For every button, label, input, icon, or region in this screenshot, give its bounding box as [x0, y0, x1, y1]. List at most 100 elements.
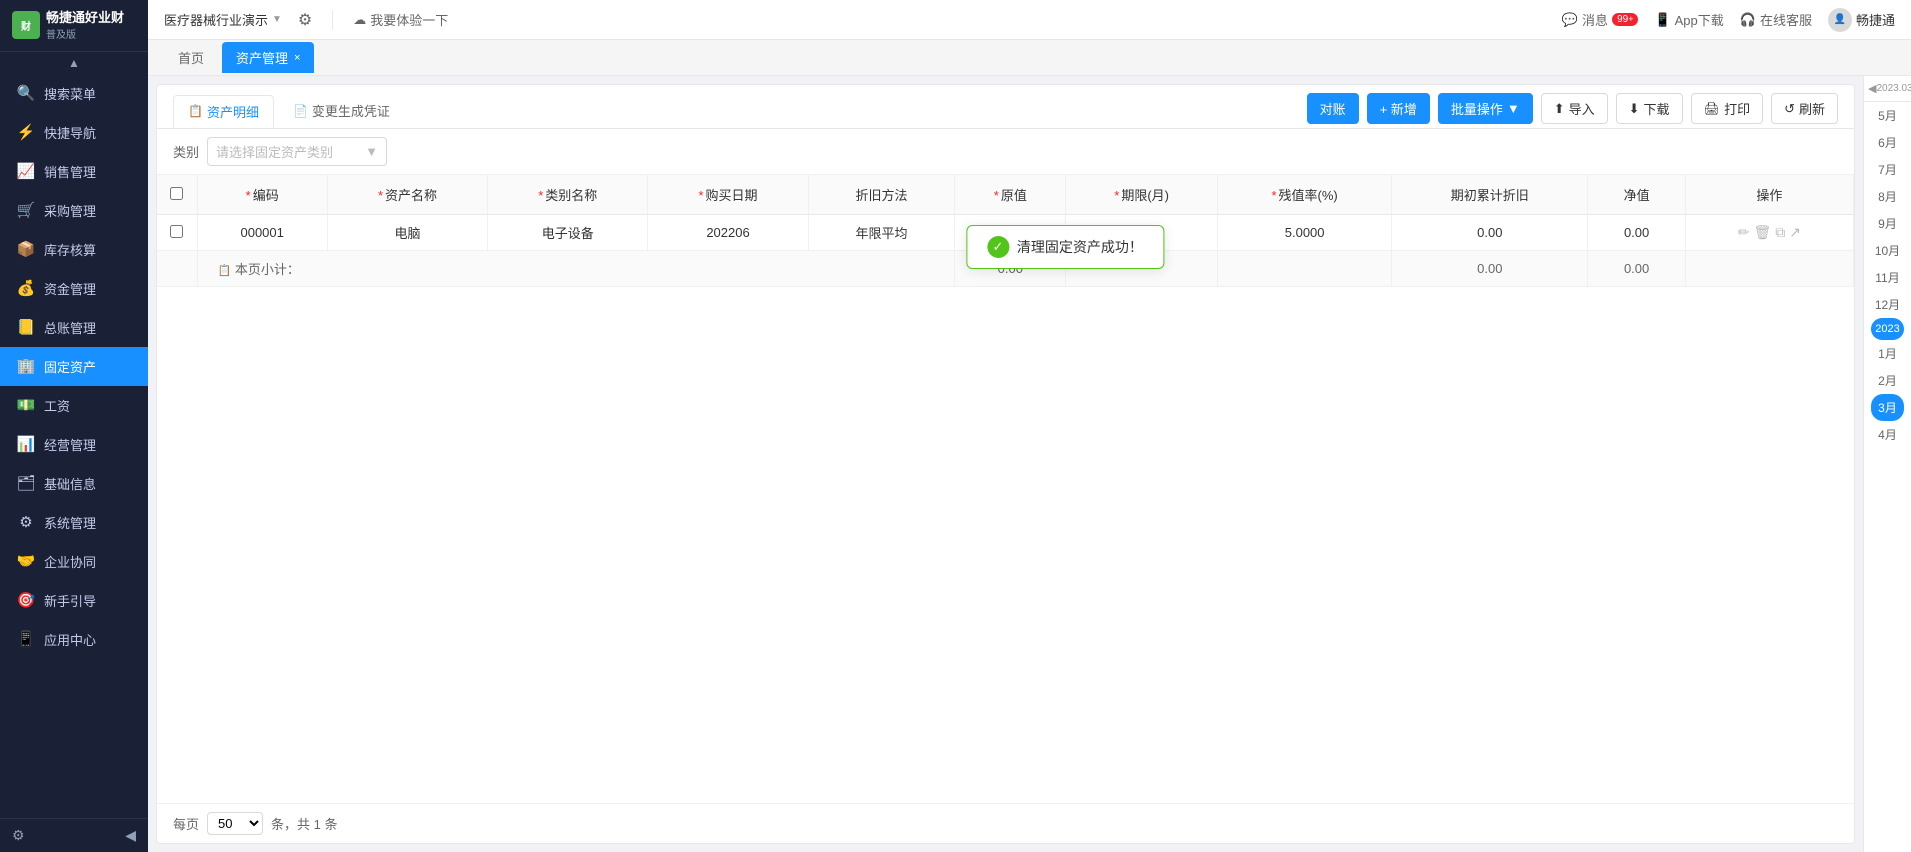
filter-label: 类别	[173, 142, 199, 161]
nav-icon: 📦	[16, 240, 36, 258]
export-btn[interactable]: ⬆ 导入	[1541, 93, 1608, 124]
collapse-icon[interactable]: ◀	[125, 827, 136, 844]
main-area: 医疗器械行业演示 ▼ ⚙ ☁ 我要体验一下 💬 消息 99+ 📱 App下载 🎧…	[148, 0, 1911, 852]
online-service-btn[interactable]: 🎧 在线客服	[1740, 10, 1812, 29]
copy-icon[interactable]: ⧉	[1775, 224, 1785, 241]
settings-gear-icon[interactable]: ⚙	[298, 10, 312, 30]
category-select[interactable]: 请选择固定资产类别 ▼	[207, 137, 387, 166]
avatar: 👤	[1828, 8, 1852, 32]
batch-btn[interactable]: 批量操作 ▼	[1438, 93, 1533, 124]
more-icon[interactable]: ↗	[1789, 224, 1801, 241]
account-btn[interactable]: 对账	[1307, 93, 1359, 124]
refresh-icon: ↺	[1784, 101, 1795, 117]
row-checkbox-cell	[157, 215, 197, 251]
calendar-year-2023[interactable]: 2023	[1871, 318, 1904, 340]
company-selector[interactable]: 医疗器械行业演示 ▼	[164, 10, 282, 29]
sub-tab-voucher-label: 变更生成凭证	[312, 101, 390, 120]
tab-close-icon[interactable]: ×	[294, 52, 300, 64]
tab-assets[interactable]: 资产管理 ×	[222, 42, 314, 73]
calendar-left-icon[interactable]: ◀	[1868, 82, 1876, 95]
tabs-bar: 首页 资产管理 ×	[148, 40, 1911, 76]
sidebar-item-基础信息[interactable]: 🗂基础信息	[0, 464, 148, 503]
sidebar-item-销售管理[interactable]: 📈销售管理	[0, 152, 148, 191]
calendar-month[interactable]: 9月	[1871, 210, 1904, 237]
edit-icon[interactable]: ✏	[1738, 224, 1750, 241]
export-label: 导入	[1569, 99, 1595, 118]
sidebar-item-快捷导航[interactable]: ⚡ 快捷导航	[0, 113, 148, 152]
pagination: 每页 50 100 200 条，共 1 条	[157, 803, 1854, 843]
nav-icon: 📱	[16, 630, 36, 648]
calendar-month-2023[interactable]: 1月	[1871, 340, 1904, 367]
calendar-month[interactable]: 7月	[1871, 156, 1904, 183]
nav-label: 销售管理	[44, 162, 96, 181]
th-checkbox	[157, 175, 197, 215]
download-btn[interactable]: ⬇ 下载	[1616, 93, 1683, 124]
new-btn[interactable]: + 新增	[1367, 93, 1430, 124]
feedback-btn[interactable]: ☁ 我要体验一下	[353, 10, 448, 29]
sidebar-item-经营管理[interactable]: 📊经营管理	[0, 425, 148, 464]
print-label: 打印	[1724, 99, 1750, 118]
username-label: 畅捷通	[1856, 10, 1895, 29]
sub-tab-asset-detail[interactable]: 📋 资产明细	[173, 95, 274, 128]
user-menu[interactable]: 👤 畅捷通	[1828, 8, 1895, 32]
detail-icon: 📋	[188, 104, 203, 118]
sidebar-item-工资[interactable]: 💵工资	[0, 386, 148, 425]
row-depreciation: 年限平均	[808, 215, 955, 251]
row-purchase-date: 202206	[648, 215, 808, 251]
sidebar-header: 财 畅捷通好业财 普及版	[0, 0, 148, 52]
th-period: *期限(月)	[1066, 175, 1218, 215]
calendar-month[interactable]: 8月	[1871, 183, 1904, 210]
calendar-month[interactable]: 11月	[1871, 264, 1904, 291]
sidebar-item-总账管理[interactable]: 📒总账管理	[0, 308, 148, 347]
calendar-month[interactable]: 12月	[1871, 291, 1904, 318]
nav-icon: 🏢	[16, 357, 36, 375]
row-checkbox[interactable]	[170, 225, 183, 238]
topbar: 医疗器械行业演示 ▼ ⚙ ☁ 我要体验一下 💬 消息 99+ 📱 App下载 🎧…	[148, 0, 1911, 40]
delete-icon[interactable]: 🗑	[1753, 224, 1771, 241]
select-all-checkbox[interactable]	[170, 187, 183, 200]
nav-label: 经营管理	[44, 435, 96, 454]
sidebar-item-搜索菜单[interactable]: 🔍搜索菜单	[0, 74, 148, 113]
nav-icon: ⚡	[16, 123, 36, 141]
th-name: *资产名称	[327, 175, 487, 215]
sidebar-item-新手引导[interactable]: 🎯新手引导	[0, 581, 148, 620]
refresh-btn[interactable]: ↺ 刷新	[1771, 93, 1838, 124]
calendar-month-2023[interactable]: 4月	[1871, 421, 1904, 448]
app-title-wrap: 畅捷通好业财 普及版	[46, 10, 124, 41]
row-residual-rate: 5.0000	[1218, 215, 1392, 251]
feedback-label: 我要体验一下	[370, 10, 448, 29]
sidebar-item-企业协同[interactable]: 🤝企业协同	[0, 542, 148, 581]
row-code: 000001	[197, 215, 327, 251]
app-download-btn[interactable]: 📱 App下载	[1654, 10, 1723, 29]
tab-home[interactable]: 首页	[164, 42, 218, 73]
calendar-month[interactable]: 10月	[1871, 237, 1904, 264]
sidebar-scroll-up[interactable]: ▲	[0, 52, 148, 74]
batch-label: 批量操作	[1451, 99, 1503, 118]
calendar-month-2023[interactable]: 3月	[1871, 394, 1904, 421]
sidebar-item-固定资产[interactable]: 🏢固定资产	[0, 347, 148, 386]
nav-label: 新手引导	[44, 591, 96, 610]
th-original-value: *原值	[955, 175, 1066, 215]
sidebar-item-系统管理[interactable]: ⚙系统管理	[0, 503, 148, 542]
sidebar-item-资金管理[interactable]: 💰资金管理	[0, 269, 148, 308]
sidebar-item-库存核算[interactable]: 📦库存核算	[0, 230, 148, 269]
download-label: 下载	[1644, 99, 1670, 118]
nav-label: 应用中心	[44, 630, 96, 649]
sub-tabs: 📋 资产明细 📄 变更生成凭证 对账 + 新增 批量操作 ▼ ⬆	[157, 85, 1854, 129]
notifications-badge: 99+	[1612, 13, 1638, 26]
print-btn[interactable]: 🖨 打印	[1691, 93, 1764, 124]
per-page-select[interactable]: 50 100 200	[207, 812, 263, 835]
settings-icon[interactable]: ⚙	[12, 827, 25, 844]
notifications-btn[interactable]: 💬 消息 99+	[1562, 10, 1639, 29]
app-logo: 财	[12, 11, 40, 39]
calendar-month[interactable]: 6月	[1871, 129, 1904, 156]
sub-tab-voucher[interactable]: 📄 变更生成凭证	[278, 94, 405, 127]
tab-assets-label: 资产管理	[236, 48, 288, 67]
calendar-month[interactable]: 5月	[1871, 102, 1904, 129]
calendar-month-2023[interactable]: 2月	[1871, 367, 1904, 394]
th-residual-rate: *残值率(%)	[1218, 175, 1392, 215]
sidebar-item-采购管理[interactable]: 🛒采购管理	[0, 191, 148, 230]
sidebar-item-应用中心[interactable]: 📱 应用中心	[0, 620, 148, 659]
nav-label: 快捷导航	[44, 123, 96, 142]
export-icon: ⬆	[1554, 101, 1565, 117]
